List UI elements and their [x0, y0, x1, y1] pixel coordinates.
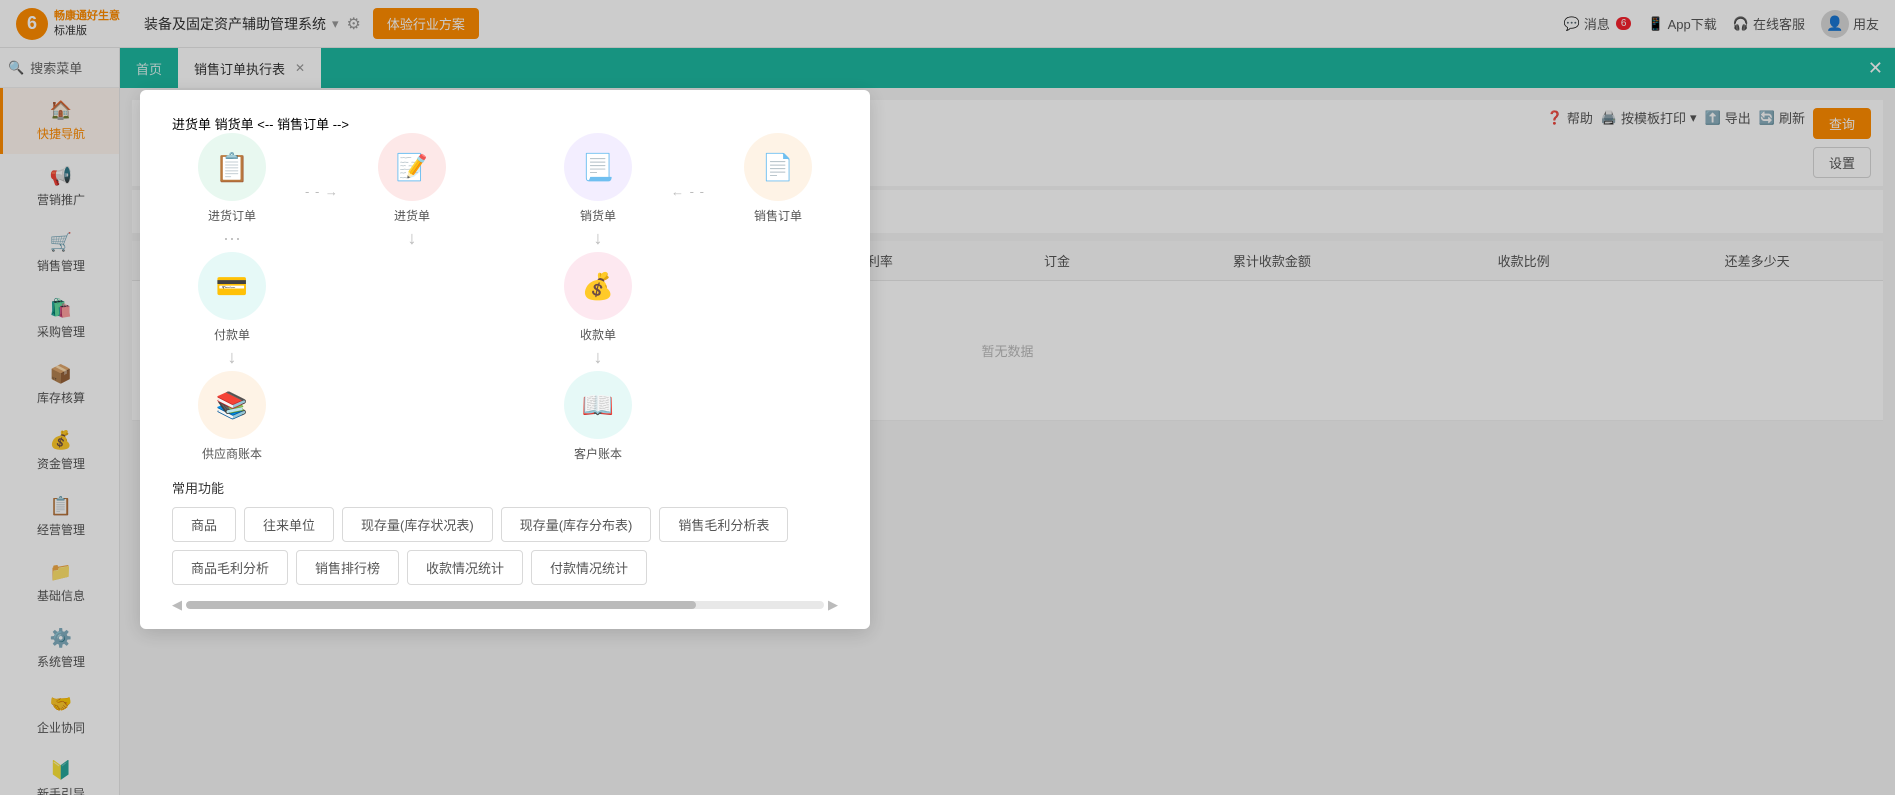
common-section: 常用功能 商品往来单位现存量(库存状况表)现存量(库存分布表)销售毛利分析表商品…	[172, 478, 838, 585]
common-btn-7[interactable]: 收款情况统计	[407, 550, 523, 585]
flow-node-receipt-bill[interactable]: 💰 收款单	[538, 252, 658, 343]
common-btn-3[interactable]: 现存量(库存分布表)	[501, 507, 652, 542]
purchase-bill-icon: 📝	[378, 133, 446, 201]
common-section-title: 常用功能	[172, 478, 838, 497]
common-btn-8[interactable]: 付款情况统计	[531, 550, 647, 585]
scrollbar-thumb	[186, 601, 696, 609]
supplier-ledger-icon: 📚	[198, 371, 266, 439]
common-btn-6[interactable]: 销售排行榜	[296, 550, 399, 585]
customer-ledger-icon: 📖	[564, 371, 632, 439]
flow-node-sales-bill[interactable]: 📃 销货单	[538, 133, 658, 224]
common-btn-4[interactable]: 销售毛利分析表	[659, 507, 788, 542]
scrollbar-area: ◀ ▶	[172, 597, 838, 613]
flow-col-mid-right: 📃 销货单 ↓ 💰 收款单 ↓ 📖 客户账本	[538, 133, 658, 462]
purchase-order-icon: 📋	[198, 133, 266, 201]
flow-col-mid-left: 📝 进货单 ↓	[352, 133, 472, 416]
modal-overlay[interactable]: 进货单 销货单 <-- 销售订单 --> 📋 进货订单 ··· 💳 付款单	[0, 0, 1895, 795]
arrow-h-sales: ← - -	[658, 133, 718, 225]
flow-node-customer-ledger[interactable]: 📖 客户账本	[538, 371, 658, 462]
flow-node-supplier-ledger[interactable]: 📚 供应商账本	[172, 371, 292, 462]
common-btn-1[interactable]: 往来单位	[244, 507, 334, 542]
sales-order-icon: 📄	[744, 133, 812, 201]
common-btn-0[interactable]: 商品	[172, 507, 236, 542]
common-btn-2[interactable]: 现存量(库存状况表)	[342, 507, 493, 542]
flow-col-right: 📄 销售订单	[718, 133, 838, 224]
flow-diagram: 📋 进货订单 ··· 💳 付款单 ↓ 📚 供应商账本	[172, 133, 838, 462]
common-btns: 商品往来单位现存量(库存状况表)现存量(库存分布表)销售毛利分析表商品毛利分析销…	[172, 507, 838, 585]
receipt-bill-icon: 💰	[564, 252, 632, 320]
arrow-h-purchase: - - →	[292, 133, 352, 225]
arrow-v3: ↓	[228, 343, 237, 371]
flow-node-payment-bill[interactable]: 💳 付款单	[172, 252, 292, 343]
payment-bill-icon: 💳	[198, 252, 266, 320]
arrow-v4: ↓	[594, 224, 603, 252]
arrow-v1: ···	[223, 224, 241, 252]
sales-bill-icon: 📃	[564, 133, 632, 201]
flow-node-purchase-bill[interactable]: 📝 进货单	[352, 133, 472, 224]
flow-modal: 进货单 销货单 <-- 销售订单 --> 📋 进货订单 ··· 💳 付款单	[140, 90, 870, 629]
common-btn-5[interactable]: 商品毛利分析	[172, 550, 288, 585]
arrow-v2: ↓	[408, 224, 417, 252]
scrollbar-track[interactable]	[186, 601, 824, 609]
arrow-v5: ↓	[594, 343, 603, 371]
scroll-left-icon[interactable]: ◀	[172, 597, 182, 613]
scroll-right-icon[interactable]: ▶	[828, 597, 838, 613]
flow-node-sales-order[interactable]: 📄 销售订单	[718, 133, 838, 224]
flow-node-purchase-order[interactable]: 📋 进货订单	[172, 133, 292, 224]
flow-col-left: 📋 进货订单 ··· 💳 付款单 ↓ 📚 供应商账本	[172, 133, 292, 462]
